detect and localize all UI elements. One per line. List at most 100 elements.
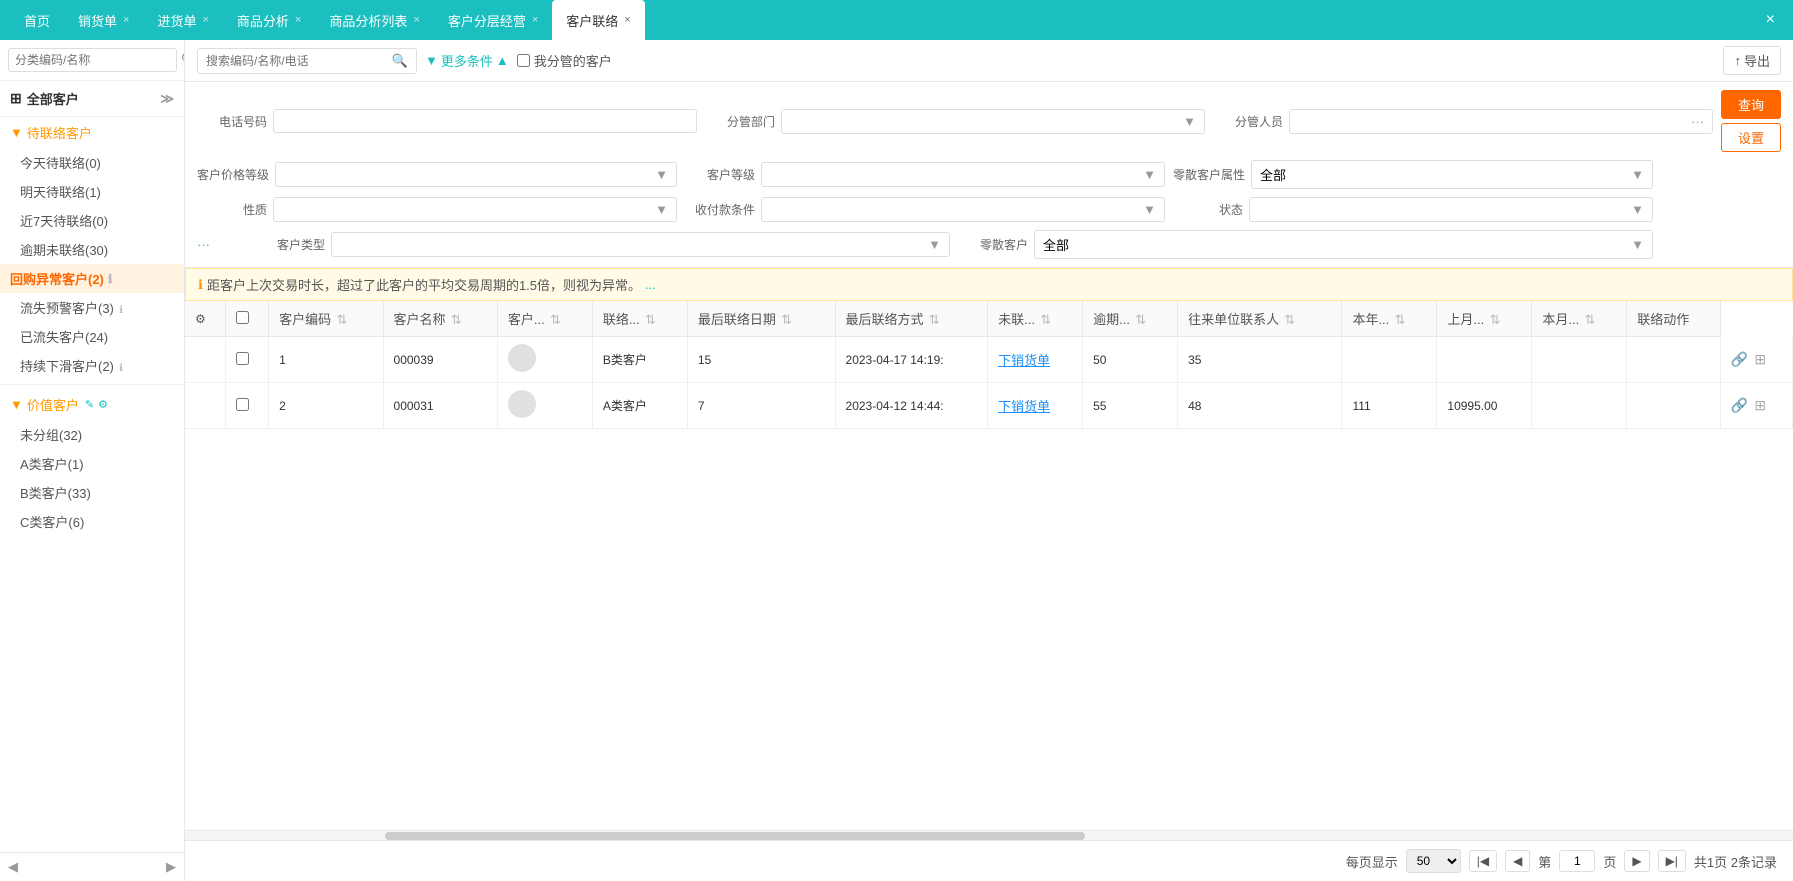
dept-select[interactable]: ▼ (781, 109, 1205, 134)
row-action: 🔗 ⊞ (1720, 383, 1792, 429)
link-action-icon[interactable]: 🔗 (1731, 397, 1748, 414)
row-checkbox-cell[interactable] (225, 383, 269, 429)
close-product-analysis-icon[interactable]: × (295, 14, 301, 26)
sort-contact-count-icon[interactable]: ⇅ (645, 312, 656, 327)
sidebar-item-loss-warning[interactable]: 流失预警客户(3) ℹ (0, 293, 184, 322)
row-checkbox[interactable] (236, 352, 249, 365)
th-contact-person: 往来单位联系人 ⇅ (1178, 301, 1342, 337)
row-checkbox-cell[interactable] (225, 337, 269, 383)
sidebar-item-today[interactable]: 今天待联络(0) (0, 148, 184, 177)
grid-action-icon[interactable]: ⊞ (1754, 397, 1766, 414)
sidebar-item-7days[interactable]: 近7天待联络(0) (0, 206, 184, 235)
row-code: 000039 (383, 337, 497, 383)
nav-product-list[interactable]: 商品分析列表 × (315, 0, 433, 40)
close-customer-tier-icon[interactable]: × (532, 14, 538, 26)
row-contact-count: 15 (687, 337, 835, 383)
settings-button[interactable]: 设置 (1721, 123, 1781, 152)
phone-input[interactable] (273, 109, 697, 133)
sort-year-icon[interactable]: ⇅ (1395, 312, 1406, 327)
nav-sales[interactable]: 销货单 × (64, 0, 143, 40)
sidebar-item-lost[interactable]: 已流失客户(24) (0, 322, 184, 351)
nav-purchase[interactable]: 进货单 × (143, 0, 222, 40)
sidebar-next-icon[interactable]: ▶ (166, 859, 176, 875)
my-customer-checkbox[interactable] (517, 54, 530, 67)
nature-select[interactable]: ▼ (273, 197, 677, 222)
sidebar-item-tomorrow[interactable]: 明天待联络(1) (0, 177, 184, 206)
sidebar-prev-icon[interactable]: ◀ (8, 859, 18, 875)
th-checkbox[interactable] (225, 301, 269, 337)
sidebar-collapse-btn[interactable]: ≫ (160, 91, 174, 107)
dept-arrow-icon: ▼ (1183, 114, 1196, 129)
row-checkbox[interactable] (236, 398, 249, 411)
customer-grade-select[interactable]: ▼ (761, 162, 1165, 187)
table-row: 1 000039 B类客户 15 2023-04-17 14:19: 下销货单 … (185, 337, 1793, 383)
filter-search-input[interactable] (206, 54, 392, 68)
first-page-btn[interactable]: |◀ (1469, 850, 1497, 872)
value-group-title[interactable]: ▼ 价值客户 ✎ ⚙ (0, 389, 184, 420)
sidebar-search-input[interactable] (8, 48, 177, 72)
sort-last-month-icon[interactable]: ⇅ (1490, 312, 1501, 327)
window-close-button[interactable]: × (1758, 11, 1783, 29)
sort-method-icon[interactable]: ⇅ (929, 312, 940, 327)
th-settings[interactable]: ⚙ (185, 301, 225, 337)
sidebar-item-a-class[interactable]: A类客户(1) (0, 449, 184, 478)
sort-not-contacted-icon[interactable]: ⇅ (1040, 312, 1051, 327)
close-customer-contact-icon[interactable]: × (624, 14, 630, 26)
row-last-contact-method[interactable]: 下销货单 (988, 383, 1083, 429)
customer-type-select[interactable]: ▼ (331, 232, 950, 257)
select-all-checkbox[interactable] (236, 311, 249, 324)
sort-date-icon[interactable]: ⇅ (781, 312, 792, 327)
nav-product-analysis[interactable]: 商品分析 × (223, 0, 315, 40)
sidebar-item-ungrouped[interactable]: 未分组(32) (0, 420, 184, 449)
edit-icon[interactable]: ✎ (85, 398, 94, 411)
close-product-list-icon[interactable]: × (413, 14, 419, 26)
nav-customer-contact[interactable]: 客户联络 × (552, 0, 644, 40)
nav-home[interactable]: 首页 (10, 0, 64, 40)
next-page-btn[interactable]: ▶ (1624, 850, 1649, 872)
sidebar-item-declining[interactable]: 持续下滑客户(2) ℹ (0, 351, 184, 380)
sort-person-icon[interactable]: ⇅ (1284, 312, 1295, 327)
sidebar-item-c-class[interactable]: C类客户(6) (0, 507, 184, 536)
more-conditions-btn[interactable]: ▼ 更多条件 ▲ (425, 51, 509, 70)
grid-action-icon[interactable]: ⊞ (1754, 351, 1766, 368)
prev-page-btn[interactable]: ◀ (1505, 850, 1530, 872)
close-sales-icon[interactable]: × (123, 14, 129, 26)
row-not-contacted: 55 (1083, 383, 1178, 429)
retail-attr-select[interactable]: 全部 ▼ (1251, 160, 1653, 189)
table-wrap: ⚙ 客户编码 ⇅ 客户名称 ⇅ 客户... (185, 301, 1793, 830)
retail-customer-select[interactable]: 全部 ▼ (1034, 230, 1653, 259)
price-grade-select[interactable]: ▼ (275, 162, 677, 187)
last-page-btn[interactable]: ▶| (1658, 850, 1686, 872)
payment-select[interactable]: ▼ (761, 197, 1165, 222)
row-name[interactable] (497, 337, 592, 383)
sort-overdue-icon[interactable]: ⇅ (1135, 312, 1146, 327)
pending-group-title[interactable]: ▼ 待联络客户 (0, 117, 184, 148)
more-dots-btn[interactable]: ··· (197, 237, 210, 252)
link-action-icon[interactable]: 🔗 (1731, 351, 1748, 368)
status-arrow: ▼ (1631, 202, 1644, 217)
sort-this-month-icon[interactable]: ⇅ (1585, 312, 1596, 327)
page-input[interactable] (1559, 850, 1595, 872)
sort-code-icon[interactable]: ⇅ (336, 312, 347, 327)
person-select[interactable]: ··· (1289, 109, 1713, 134)
row-name[interactable] (497, 383, 592, 429)
filter-search-icon[interactable]: 🔍 (392, 53, 408, 69)
nav-customer-tier[interactable]: 客户分层经营 × (434, 0, 552, 40)
close-purchase-icon[interactable]: × (202, 14, 208, 26)
scrollbar-thumb[interactable] (385, 832, 1085, 840)
query-button[interactable]: 查询 (1721, 90, 1781, 119)
status-select[interactable]: ▼ (1249, 197, 1653, 222)
sidebar-item-abnormal[interactable]: 回购异常客户(2) ℹ (0, 264, 184, 293)
customer-type-arrow: ▼ (928, 237, 941, 252)
settings-icon[interactable]: ⚙ (98, 398, 108, 411)
horizontal-scrollbar[interactable] (185, 830, 1793, 840)
sort-grade-icon[interactable]: ⇅ (550, 312, 561, 327)
page-size-select[interactable]: 50 100 200 (1406, 849, 1461, 873)
tooltip-more-link[interactable]: ... (645, 277, 656, 292)
export-button[interactable]: ↑ 导出 (1723, 46, 1781, 75)
th-last-contact-method: 最后联络方式 ⇅ (835, 301, 988, 337)
sort-name-icon[interactable]: ⇅ (451, 312, 462, 327)
row-last-contact-method[interactable]: 下销货单 (988, 337, 1083, 383)
sidebar-item-b-class[interactable]: B类客户(33) (0, 478, 184, 507)
sidebar-item-overdue[interactable]: 逾期未联络(30) (0, 235, 184, 264)
